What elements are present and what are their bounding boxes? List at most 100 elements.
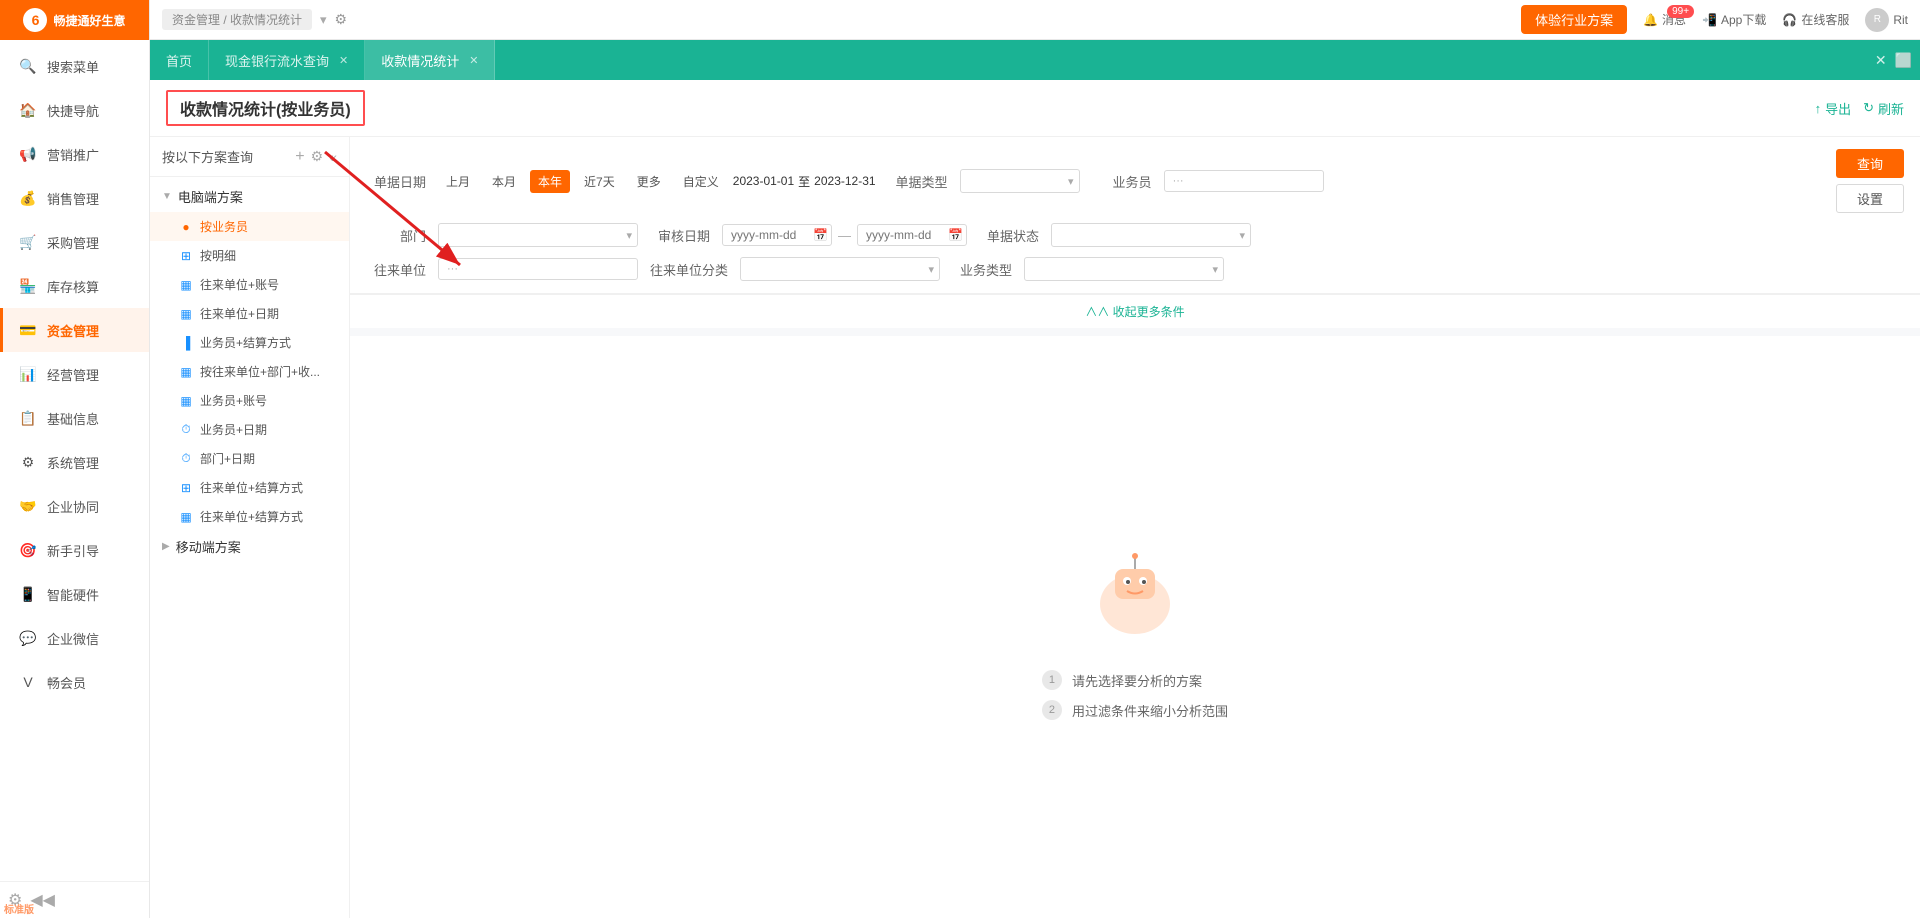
scheme-item-dept-date[interactable]: ⏱ 部门+日期 (150, 444, 349, 473)
sidebar-item-inventory-label: 库存核算 (47, 277, 99, 296)
empty-steps: 1 请先选择要分析的方案 2 用过滤条件来缩小分析范围 (1042, 670, 1228, 720)
date-from-value: 2023-01-01 (733, 174, 794, 188)
partner-more-icon[interactable]: ··· (447, 263, 458, 275)
scheme-item-salesperson-date[interactable]: ⏱ 业务员+日期 (150, 415, 349, 444)
salesperson-more-icon[interactable]: ··· (1173, 175, 1184, 187)
scheme-collapse-icon[interactable]: « (329, 149, 337, 165)
query-button[interactable]: 查询 (1836, 149, 1904, 178)
sidebar-item-wechat-label: 企业微信 (47, 629, 99, 648)
user-area[interactable]: R Rit (1865, 8, 1908, 32)
date-tab-lastmonth[interactable]: 上月 (438, 170, 478, 193)
scheme-item-salesperson-account-label: 业务员+账号 (200, 392, 267, 409)
empty-step-2: 2 用过滤条件来缩小分析范围 (1042, 700, 1228, 720)
sidebar-item-collab[interactable]: 🤝 企业协同 (0, 484, 149, 528)
scheme-group-pc[interactable]: ▼ 电脑端方案 (150, 181, 349, 212)
tab-home[interactable]: 首页 (150, 40, 209, 80)
tab-cashflow-close[interactable]: ✕ (339, 54, 348, 67)
scheme-item-partner-date-icon: ▦ (178, 306, 194, 322)
trial-industry-button[interactable]: 体验行业方案 (1521, 5, 1627, 34)
scheme-add-icon[interactable]: + (295, 148, 304, 166)
tab-close-all-icon[interactable]: ✕ (1875, 52, 1887, 69)
sidebar-item-purchase-label: 采购管理 (47, 233, 99, 252)
sidebar-item-member[interactable]: V 畅会员 (0, 660, 149, 704)
date-tab-7days[interactable]: 近7天 (576, 170, 623, 193)
scheme-item-salesperson-account[interactable]: ▦ 业务员+账号 (150, 386, 349, 415)
app-download-area[interactable]: 📲 App下载 (1702, 11, 1766, 28)
username: Rit (1893, 13, 1908, 27)
date-to-label: 至 (798, 173, 810, 190)
sidebar-item-finance[interactable]: 💳 资金管理 (0, 308, 149, 352)
voucher-status-select[interactable] (1051, 223, 1251, 247)
partner-category-select[interactable] (740, 257, 940, 281)
dept-select[interactable] (438, 223, 638, 247)
group-expand-icon: ▼ (162, 191, 172, 202)
scheme-settings-icon[interactable]: ⚙ (311, 148, 324, 165)
calendar-to-icon[interactable]: 📅 (948, 228, 963, 242)
collapse-bar[interactable]: ∧∧ 收起更多条件 (350, 294, 1920, 328)
date-tab-custom[interactable]: 自定义 (675, 170, 727, 193)
scheme-item-partner-dept[interactable]: ▦ 按往来单位+部门+收... (150, 357, 349, 386)
megaphone-icon: 📢 (19, 145, 37, 163)
sidebar-item-quicknav[interactable]: 🏠 快捷导航 (0, 88, 149, 132)
sidebar-item-sales[interactable]: 💰 销售管理 (0, 176, 149, 220)
scheme-group-mobile[interactable]: ▶ 移动端方案 (150, 531, 349, 562)
scheme-item-salesperson[interactable]: ● 按业务员 (150, 212, 349, 241)
scheme-item-partner-settlement2[interactable]: ▦ 往来单位+结算方式 (150, 502, 349, 531)
calendar-from-icon[interactable]: 📅 (813, 228, 828, 242)
date-tab-more[interactable]: 更多 (629, 170, 669, 193)
partner-input[interactable]: ··· (438, 258, 638, 280)
sidebar-item-guide[interactable]: 🎯 新手引导 (0, 528, 149, 572)
tab-collection[interactable]: 收款情况统计 ✕ (365, 40, 495, 80)
sidebar-item-operation[interactable]: 📊 经营管理 (0, 352, 149, 396)
finance-icon: 💳 (19, 321, 37, 339)
tab-collection-label: 收款情况统计 (381, 51, 459, 70)
sidebar-item-search[interactable]: 🔍 搜索菜单 (0, 44, 149, 88)
date-tab-thisyear[interactable]: 本年 (530, 170, 570, 193)
business-type-select[interactable] (1024, 257, 1224, 281)
sidebar-item-purchase[interactable]: 🛒 采购管理 (0, 220, 149, 264)
sidebar-item-operation-label: 经营管理 (47, 365, 99, 384)
page-actions: ↑ 导出 ↻ 刷新 (1815, 99, 1904, 118)
date-tab-thismonth[interactable]: 本月 (484, 170, 524, 193)
sidebar-item-baseinfo-label: 基础信息 (47, 409, 99, 428)
partner-category-label: 往来单位分类 (650, 260, 728, 279)
scheme-item-salesperson-settlement[interactable]: ▐ 业务员+结算方式 (150, 328, 349, 357)
step-2-label: 用过滤条件来缩小分析范围 (1072, 701, 1228, 720)
service-icon: 🎧 (1782, 13, 1797, 27)
type-select[interactable] (960, 169, 1080, 193)
filter-row-1: 单据日期 上月 本月 本年 近7天 更多 自定义 2023-01-01 至 20… (366, 149, 1904, 213)
sidebar-item-wechat[interactable]: 💬 企业微信 (0, 616, 149, 660)
sidebar-item-marketing[interactable]: 📢 营销推广 (0, 132, 149, 176)
tab-collection-close[interactable]: ✕ (469, 54, 478, 67)
header-settings-icon[interactable]: ⚙ (335, 11, 348, 28)
scheme-item-partner-settlement1-icon: ⊞ (178, 480, 194, 496)
scheme-item-partner-date[interactable]: ▦ 往来单位+日期 (150, 299, 349, 328)
export-button[interactable]: ↑ 导出 (1815, 99, 1852, 118)
app-download-label: App下载 (1721, 11, 1766, 28)
scheme-item-partner-settlement1[interactable]: ⊞ 往来单位+结算方式 (150, 473, 349, 502)
sidebar-item-marketing-label: 营销推广 (47, 145, 99, 164)
scheme-item-partner-account[interactable]: ▦ 往来单位+账号 (150, 270, 349, 299)
tab-maximize-icon[interactable]: ⬜ (1895, 52, 1912, 69)
avatar: R (1865, 8, 1889, 32)
scheme-item-detail[interactable]: ⊞ 按明细 (150, 241, 349, 270)
salesperson-input[interactable]: ··· (1164, 170, 1324, 192)
notification-area[interactable]: 🔔 消息 99+ (1643, 11, 1686, 28)
robot-svg (1075, 544, 1195, 644)
business-type-label: 业务类型 (952, 260, 1012, 279)
tab-cashflow[interactable]: 现金银行流水查询 ✕ (209, 40, 365, 80)
sidebar-item-inventory[interactable]: 🏪 库存核算 (0, 264, 149, 308)
collapse-sidebar-icon[interactable]: ◀◀ (30, 890, 55, 910)
scheme-item-salesperson-label: 按业务员 (200, 218, 248, 235)
settings-button[interactable]: 设置 (1836, 184, 1904, 213)
refresh-button[interactable]: ↻ 刷新 (1863, 99, 1904, 118)
empty-step-1: 1 请先选择要分析的方案 (1042, 670, 1228, 690)
sidebar-item-hardware[interactable]: 📱 智能硬件 (0, 572, 149, 616)
business-type-wrapper (1024, 257, 1224, 281)
page-header: 收款情况统计(按业务员) ↑ 导出 ↻ 刷新 (150, 80, 1920, 137)
sidebar-item-baseinfo[interactable]: 📋 基础信息 (0, 396, 149, 440)
breadcrumb-dropdown[interactable]: ▾ (320, 12, 327, 28)
refresh-icon: ↻ (1863, 100, 1874, 116)
online-service-area[interactable]: 🎧 在线客服 (1782, 11, 1849, 28)
sidebar-item-system[interactable]: ⚙ 系统管理 (0, 440, 149, 484)
